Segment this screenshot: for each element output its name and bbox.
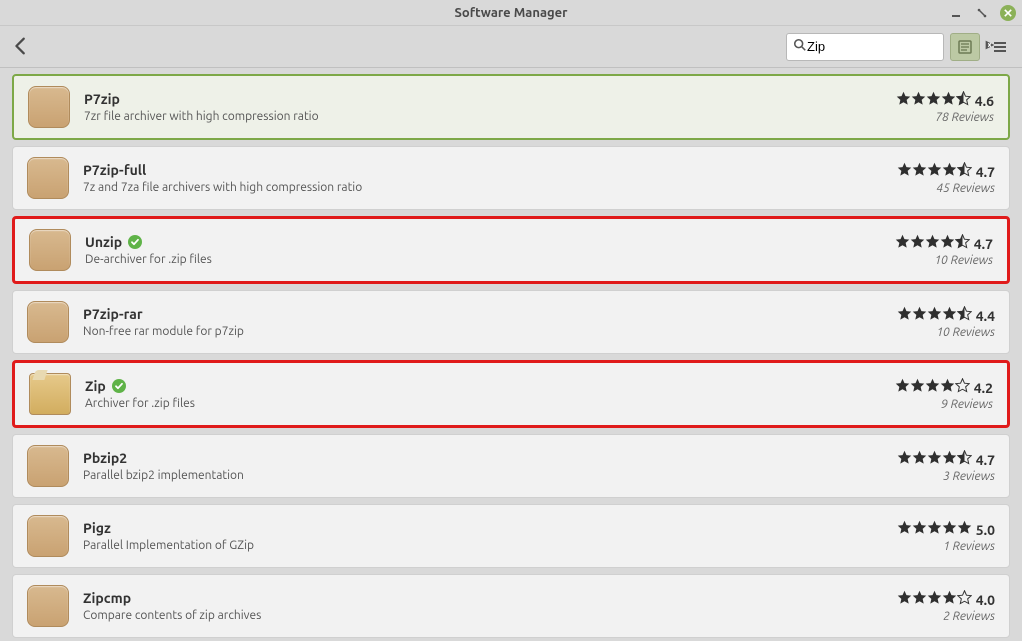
window-controls bbox=[948, 5, 1016, 21]
stars-icon bbox=[897, 162, 972, 177]
rating-number: 4.7 bbox=[976, 452, 995, 468]
package-rating: 4.2 9 Reviews bbox=[895, 378, 993, 411]
package-info: Unzip De-archiver for .zip files bbox=[85, 234, 895, 266]
package-row[interactable]: P7zip-rarNon-free rar module for p7zip4.… bbox=[12, 290, 1010, 354]
review-count: 45 Reviews bbox=[897, 182, 995, 195]
package-description: 7z and 7za file archivers with high comp… bbox=[83, 181, 897, 194]
package-icon bbox=[29, 229, 71, 271]
review-count: 1 Reviews bbox=[897, 540, 995, 553]
maximize-button[interactable] bbox=[974, 5, 990, 21]
installed-check-icon bbox=[112, 379, 126, 393]
stars-icon bbox=[897, 450, 972, 465]
package-icon bbox=[27, 585, 69, 627]
package-rating: 4.6 78 Reviews bbox=[896, 91, 994, 124]
minimize-button[interactable] bbox=[948, 5, 964, 21]
review-count: 10 Reviews bbox=[895, 254, 993, 267]
stars-icon bbox=[896, 91, 971, 106]
package-row[interactable]: P7zip 7zr file archiver with high compres… bbox=[12, 74, 1010, 140]
package-info: P7zip-full 7z and 7za file archivers with… bbox=[83, 162, 897, 194]
package-row[interactable]: P7zip-full 7z and 7za file archivers with… bbox=[12, 146, 1010, 210]
back-button[interactable] bbox=[10, 35, 34, 59]
package-description: De-archiver for .zip files bbox=[85, 253, 895, 266]
package-row[interactable]: ZipcmpCompare contents of zip archives4.… bbox=[12, 574, 1010, 638]
package-info: P7zip-rar Non-free rar module for p7zip bbox=[83, 306, 897, 338]
package-rating: 5.0 1 Reviews bbox=[897, 520, 995, 553]
package-description: 7zr file archiver with high compression … bbox=[84, 110, 896, 123]
search-box[interactable] bbox=[786, 33, 944, 61]
package-row[interactable]: Unzip De-archiver for .zip files 4.7 10 Rev… bbox=[12, 216, 1010, 284]
rating-number: 4.7 bbox=[974, 236, 993, 252]
package-rating: 4.7 3 Reviews bbox=[897, 450, 995, 483]
package-name: Pbzip2 bbox=[83, 450, 127, 466]
stars-icon bbox=[897, 306, 972, 321]
package-info: Zipcmp Compare contents of zip archives bbox=[83, 590, 897, 622]
stars-icon bbox=[897, 590, 972, 605]
view-toggle-button[interactable] bbox=[950, 33, 980, 61]
package-icon bbox=[27, 515, 69, 557]
review-count: 9 Reviews bbox=[895, 398, 993, 411]
menu-button[interactable] bbox=[988, 35, 1012, 59]
package-name: Zip bbox=[85, 378, 106, 394]
package-icon bbox=[27, 301, 69, 343]
rating-number: 4.0 bbox=[976, 592, 995, 608]
stars-icon bbox=[895, 234, 970, 249]
package-description: Archiver for .zip files bbox=[85, 397, 895, 410]
rating-number: 4.7 bbox=[976, 164, 995, 180]
close-button[interactable] bbox=[1000, 5, 1016, 21]
rating-number: 4.4 bbox=[976, 308, 995, 324]
package-name: Zipcmp bbox=[83, 590, 131, 606]
package-row[interactable]: Zip Archiver for .zip files 4.2 9 Reviews bbox=[12, 360, 1010, 428]
package-rating: 4.7 45 Reviews bbox=[897, 162, 995, 195]
package-icon bbox=[27, 445, 69, 487]
window-title: Software Manager bbox=[455, 6, 568, 20]
package-rating: 4.4 10 Reviews bbox=[897, 306, 995, 339]
package-row[interactable]: Pigz Parallel Implementation of GZip 5.0 1 … bbox=[12, 504, 1010, 568]
package-name: P7zip-full bbox=[83, 162, 146, 178]
package-rating: 4.7 10 Reviews bbox=[895, 234, 993, 267]
package-description: Compare contents of zip archives bbox=[83, 609, 897, 622]
search-icon bbox=[793, 38, 807, 55]
stars-icon bbox=[897, 520, 972, 535]
archive-icon bbox=[29, 373, 71, 415]
rating-number: 5.0 bbox=[976, 522, 995, 538]
package-name: Pigz bbox=[83, 520, 111, 536]
review-count: 2 Reviews bbox=[897, 610, 995, 623]
package-description: Non-free rar module for p7zip bbox=[83, 325, 897, 338]
titlebar: Software Manager bbox=[0, 0, 1022, 26]
package-info: P7zip 7zr file archiver with high compres… bbox=[84, 91, 896, 123]
review-count: 10 Reviews bbox=[897, 326, 995, 339]
package-name: P7zip-rar bbox=[83, 306, 143, 322]
package-info: Pbzip2 Parallel bzip2 implementation bbox=[83, 450, 897, 482]
package-row[interactable]: Pbzip2 Parallel bzip2 implementation 4.7 3 … bbox=[12, 434, 1010, 498]
package-info: Pigz Parallel Implementation of GZip bbox=[83, 520, 897, 552]
package-rating: 4.0 2 Reviews bbox=[897, 590, 995, 623]
package-icon bbox=[28, 86, 70, 128]
package-description: Parallel bzip2 implementation bbox=[83, 469, 897, 482]
rating-number: 4.6 bbox=[975, 93, 994, 109]
package-name: P7zip bbox=[84, 91, 120, 107]
package-description: Parallel Implementation of GZip bbox=[83, 539, 897, 552]
results-list[interactable]: P7zip 7zr file archiver with high compres… bbox=[0, 68, 1022, 641]
toolbar bbox=[0, 26, 1022, 68]
review-count: 78 Reviews bbox=[896, 111, 994, 124]
stars-icon bbox=[895, 378, 970, 393]
package-icon bbox=[27, 157, 69, 199]
rating-number: 4.2 bbox=[974, 380, 993, 396]
package-info: Zip Archiver for .zip files bbox=[85, 378, 895, 410]
review-count: 3 Reviews bbox=[897, 470, 995, 483]
package-name: Unzip bbox=[85, 234, 122, 250]
installed-check-icon bbox=[128, 235, 142, 249]
